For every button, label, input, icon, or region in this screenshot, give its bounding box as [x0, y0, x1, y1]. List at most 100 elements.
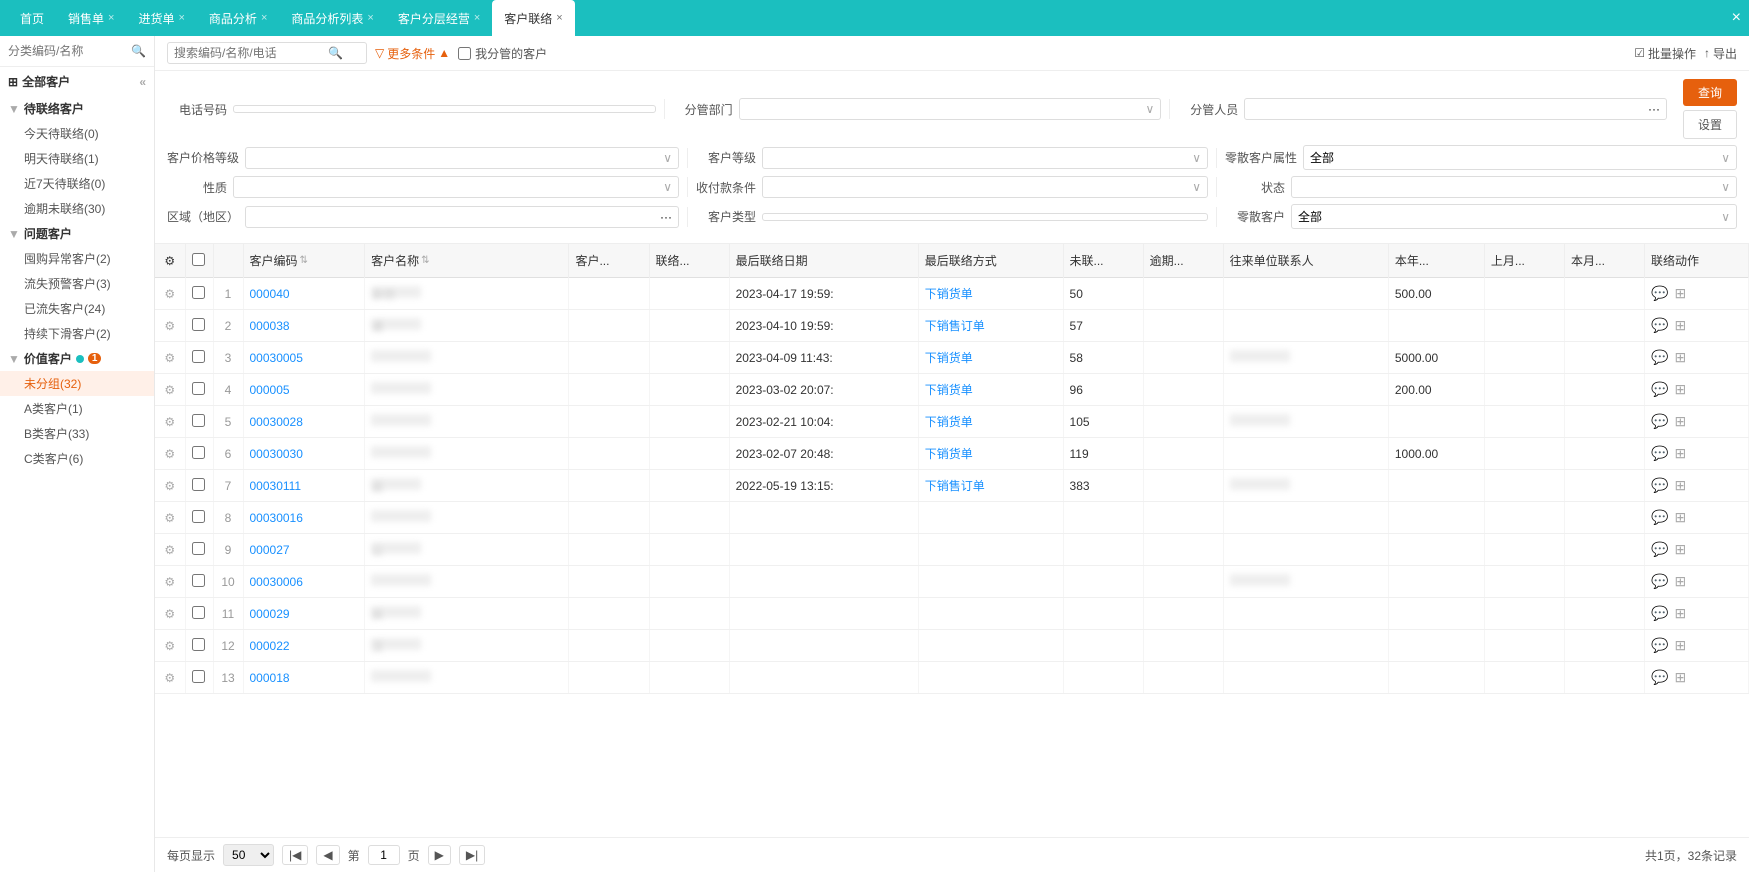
close-icon[interactable]: × — [261, 12, 267, 24]
close-icon[interactable]: × — [178, 12, 184, 24]
row-settings[interactable]: ⚙ — [155, 662, 185, 694]
row-customer-code[interactable]: 00030005 — [243, 342, 365, 374]
row-select-checkbox[interactable] — [192, 574, 205, 587]
person-input[interactable]: ··· — [1244, 98, 1667, 120]
message-icon[interactable]: 💬 — [1651, 509, 1668, 526]
sidebar-item-class-a[interactable]: A类客户(1) — [0, 396, 154, 421]
row-settings[interactable]: ⚙ — [155, 502, 185, 534]
search-icon[interactable]: 🔍 — [328, 46, 343, 60]
col-no-contact[interactable]: 未联... — [1063, 244, 1143, 278]
row-select-checkbox[interactable] — [192, 318, 205, 331]
grid-action-icon[interactable]: ⊞ — [1674, 317, 1686, 334]
message-icon[interactable]: 💬 — [1651, 605, 1668, 622]
row-customer-code[interactable]: 000029 — [243, 598, 365, 630]
sidebar-item-hoarding-anomaly[interactable]: 囤购异常客户(2) — [0, 246, 154, 271]
tab-sales-order[interactable]: 销售单 × — [56, 0, 126, 36]
row-select-checkbox[interactable] — [192, 606, 205, 619]
message-icon[interactable]: 💬 — [1651, 541, 1668, 558]
search-box[interactable]: 🔍 — [167, 42, 367, 64]
row-last-type[interactable] — [918, 534, 1063, 566]
window-close-icon[interactable]: × — [1732, 9, 1741, 27]
message-icon[interactable]: 💬 — [1651, 285, 1668, 302]
my-customers-checkbox[interactable]: 我分管的客户 — [458, 45, 547, 62]
message-icon[interactable]: 💬 — [1651, 445, 1668, 462]
row-select-checkbox[interactable] — [192, 510, 205, 523]
first-page-button[interactable]: |◀ — [282, 845, 308, 865]
batch-operations-btn[interactable]: ☑ 批量操作 — [1634, 45, 1696, 62]
row-last-type[interactable]: 下销货单 — [918, 406, 1063, 438]
row-customer-code[interactable]: 00030030 — [243, 438, 365, 470]
row-customer-code[interactable]: 00030006 — [243, 566, 365, 598]
row-customer-code[interactable]: 000040 — [243, 278, 365, 310]
row-customer-code[interactable]: 00030028 — [243, 406, 365, 438]
message-icon[interactable]: 💬 — [1651, 669, 1668, 686]
row-customer-code[interactable]: 000018 — [243, 662, 365, 694]
row-last-type[interactable] — [918, 566, 1063, 598]
col-customer-type[interactable]: 客户... — [569, 244, 649, 278]
close-icon[interactable]: × — [108, 12, 114, 24]
row-settings[interactable]: ⚙ — [155, 406, 185, 438]
col-last-month[interactable]: 上月... — [1484, 244, 1564, 278]
export-btn[interactable]: ↑ 导出 — [1704, 45, 1737, 62]
row-last-type[interactable]: 下销货单 — [918, 374, 1063, 406]
region-input[interactable]: ··· — [245, 206, 679, 228]
row-last-type[interactable]: 下销货单 — [918, 342, 1063, 374]
message-icon[interactable]: 💬 — [1651, 349, 1668, 366]
grid-action-icon[interactable]: ⊞ — [1674, 445, 1686, 462]
value-group[interactable]: ▼ 价值客户 1 — [0, 346, 154, 371]
sidebar-item-class-b[interactable]: B类客户(33) — [0, 421, 154, 446]
row-checkbox[interactable] — [185, 278, 213, 310]
grid-action-icon[interactable]: ⊞ — [1674, 349, 1686, 366]
row-select-checkbox[interactable] — [192, 638, 205, 651]
row-settings[interactable]: ⚙ — [155, 598, 185, 630]
sidebar-item-today-pending[interactable]: 今天待联络(0) — [0, 121, 154, 146]
col-settings[interactable]: ⚙ — [155, 244, 185, 278]
row-checkbox[interactable] — [185, 598, 213, 630]
message-icon[interactable]: 💬 — [1651, 477, 1668, 494]
problem-group[interactable]: ▼ 问题客户 — [0, 221, 154, 246]
close-icon[interactable]: × — [367, 12, 373, 24]
more-conditions-btn[interactable]: ▽ 更多条件 ▲ — [375, 45, 450, 62]
tab-product-analysis[interactable]: 商品分析 × — [197, 0, 279, 36]
row-select-checkbox[interactable] — [192, 350, 205, 363]
row-checkbox[interactable] — [185, 534, 213, 566]
row-checkbox[interactable] — [185, 310, 213, 342]
search-input[interactable] — [174, 46, 324, 60]
sidebar-search-icon[interactable]: 🔍 — [131, 44, 146, 58]
row-settings[interactable]: ⚙ — [155, 470, 185, 502]
col-contact[interactable]: 联络... — [649, 244, 729, 278]
row-customer-code[interactable]: 000005 — [243, 374, 365, 406]
row-settings[interactable]: ⚙ — [155, 630, 185, 662]
tab-home[interactable]: 首页 — [8, 0, 56, 36]
message-icon[interactable]: 💬 — [1651, 573, 1668, 590]
row-settings[interactable]: ⚙ — [155, 310, 185, 342]
row-checkbox[interactable] — [185, 342, 213, 374]
grid-action-icon[interactable]: ⊞ — [1674, 541, 1686, 558]
col-this-month[interactable]: 本月... — [1564, 244, 1644, 278]
row-checkbox[interactable] — [185, 502, 213, 534]
col-checkbox[interactable] — [185, 244, 213, 278]
row-last-type[interactable] — [918, 598, 1063, 630]
reset-button[interactable]: 设置 — [1683, 110, 1737, 139]
customer-type-input[interactable] — [762, 213, 1208, 221]
message-icon[interactable]: 💬 — [1651, 637, 1668, 654]
sidebar-item-overdue-contact[interactable]: 逾期未联络(30) — [0, 196, 154, 221]
col-overdue[interactable]: 逾期... — [1143, 244, 1223, 278]
row-customer-code[interactable]: 00030111 — [243, 470, 365, 502]
gender-input[interactable]: ∨ — [233, 176, 679, 198]
all-customers-header[interactable]: ⊞ 全部客户 « — [0, 67, 154, 96]
tab-purchase-order[interactable]: 进货单 × — [126, 0, 196, 36]
tab-customer-tier[interactable]: 客户分层经营 × — [386, 0, 492, 36]
row-select-checkbox[interactable] — [192, 542, 205, 555]
grid-action-icon[interactable]: ⊞ — [1674, 381, 1686, 398]
col-this-year[interactable]: 本年... — [1388, 244, 1484, 278]
dept-input[interactable]: ∨ — [739, 98, 1162, 120]
prev-page-button[interactable]: ◀ — [316, 845, 339, 865]
row-settings[interactable]: ⚙ — [155, 438, 185, 470]
collapse-icon[interactable]: « — [139, 75, 146, 89]
retail-customer-input[interactable]: 全部 ∨ — [1291, 204, 1737, 229]
tab-product-list[interactable]: 商品分析列表 × — [279, 0, 385, 36]
sidebar-item-class-c[interactable]: C类客户(6) — [0, 446, 154, 471]
row-select-checkbox[interactable] — [192, 670, 205, 683]
row-last-type[interactable] — [918, 502, 1063, 534]
